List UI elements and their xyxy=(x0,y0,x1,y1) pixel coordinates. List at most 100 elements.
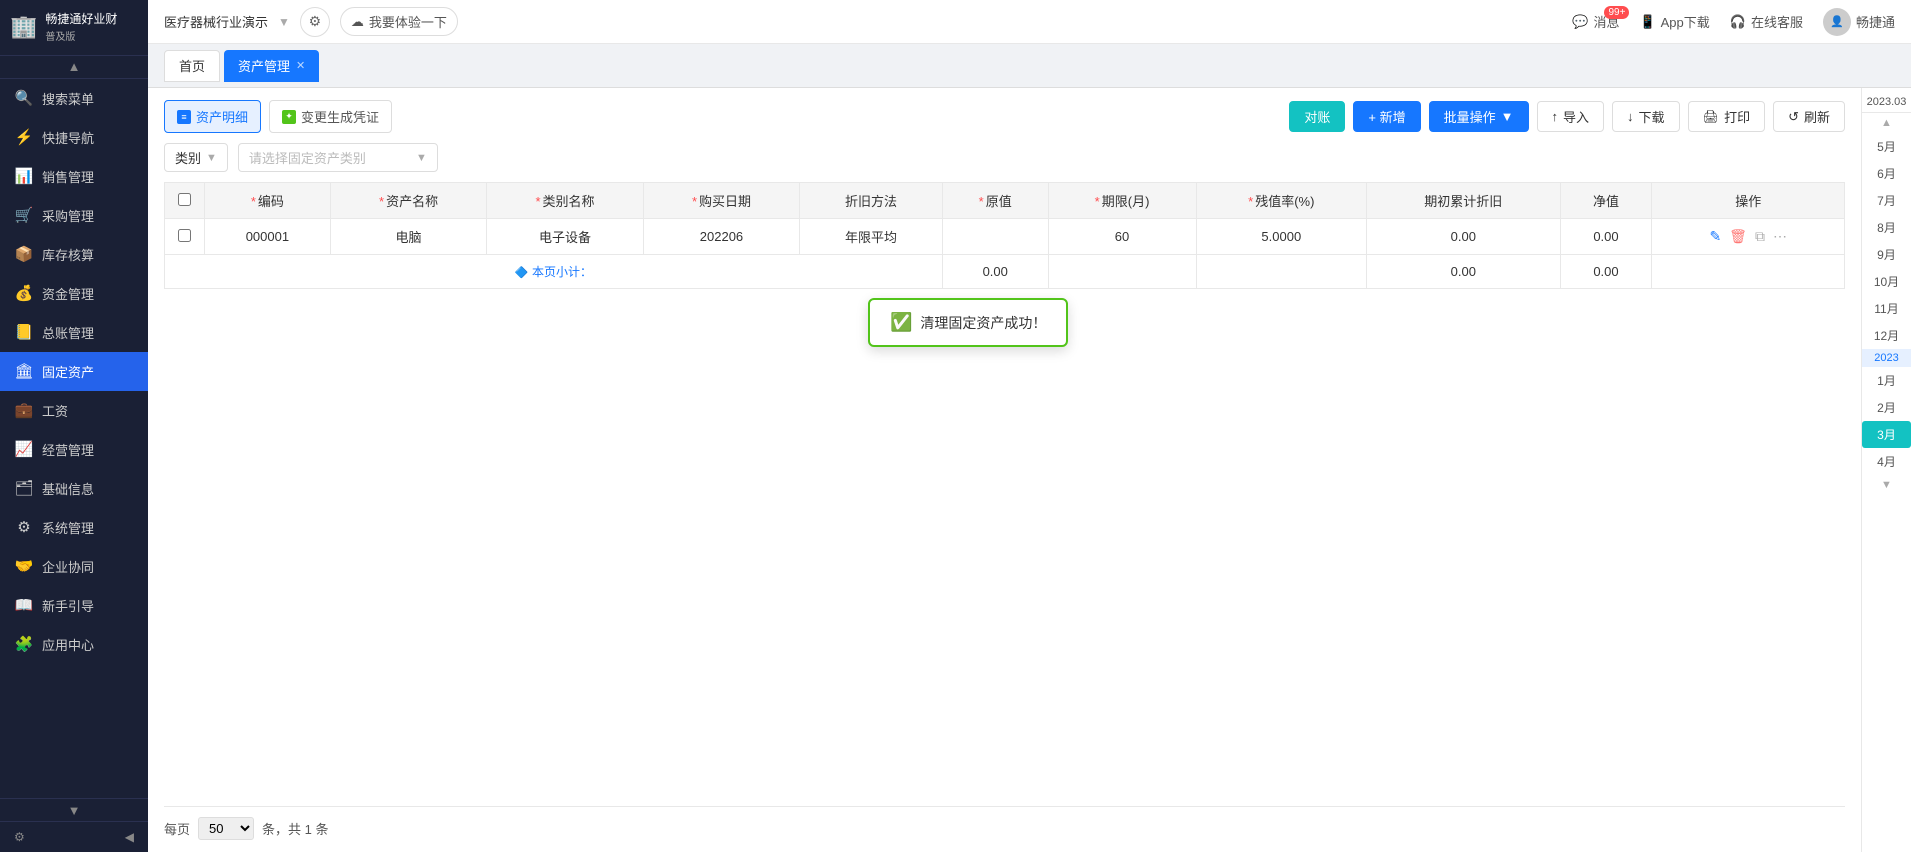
cal-month-10[interactable]: 10月 xyxy=(1862,268,1911,295)
cal-month-7[interactable]: 7月 xyxy=(1862,187,1911,214)
fixed-icon: 🏛 xyxy=(14,362,34,380)
download-icon: 📱 xyxy=(1639,14,1655,30)
sidebar-label-inventory: 库存核算 xyxy=(42,245,94,264)
edit-icon[interactable]: ✎ xyxy=(1709,228,1721,245)
cloud-icon: ☁ xyxy=(351,14,364,30)
cal-month-9[interactable]: 9月 xyxy=(1862,241,1911,268)
row-code: 000001 xyxy=(205,219,331,255)
sidebar-item-finance[interactable]: 💰 资金管理 xyxy=(0,274,148,313)
download-btn[interactable]: ↓ 下载 xyxy=(1612,101,1680,132)
cal-month-12[interactable]: 12月 xyxy=(1862,322,1911,349)
sidebar-label-sales: 销售管理 xyxy=(42,167,94,186)
settings-icon[interactable]: ⚙ xyxy=(14,830,25,844)
dropdown-icon[interactable]: ▼ xyxy=(278,15,290,29)
sidebar-item-corp[interactable]: 🤝 企业协同 xyxy=(0,547,148,586)
th-original-label: 原值 xyxy=(986,194,1012,209)
sidebar-label-corp: 企业协同 xyxy=(42,557,94,576)
sidebar-logo: 🏢 畅捷通好业财 普及版 xyxy=(0,0,148,56)
sidebar-item-search[interactable]: 🔍 搜索菜单 xyxy=(0,79,148,118)
th-checkbox xyxy=(165,183,205,219)
messages-btn[interactable]: 💬 消息 99+ xyxy=(1572,12,1619,31)
cal-scroll-down[interactable]: ▼ xyxy=(1862,475,1911,495)
sidebar-item-basic[interactable]: 🗂 基础信息 xyxy=(0,469,148,508)
sidebar-scroll-down[interactable]: ▼ xyxy=(67,803,81,817)
sidebar-item-ledger[interactable]: 📒 总账管理 xyxy=(0,313,148,352)
subtab-voucher-gen[interactable]: ✦ 变更生成凭证 xyxy=(269,100,392,133)
th-original-value: *原值 xyxy=(942,183,1048,219)
sidebar-item-inventory[interactable]: 📦 库存核算 xyxy=(0,235,148,274)
batch-btn[interactable]: 批量操作 ▼ xyxy=(1429,101,1529,132)
subtab-asset-detail[interactable]: ≡ 资产明细 xyxy=(164,100,261,133)
select-all-checkbox[interactable] xyxy=(178,193,191,206)
subtab-voucher-label: 变更生成凭证 xyxy=(301,107,379,126)
message-icon: 💬 xyxy=(1572,14,1588,30)
print-label: 打印 xyxy=(1724,107,1750,126)
logo-sub: 普及版 xyxy=(45,28,117,43)
print-btn[interactable]: 🖨 打印 xyxy=(1688,101,1766,132)
tab-asset-mgmt[interactable]: 资产管理 ✕ xyxy=(224,50,319,82)
copy-icon[interactable]: ⧉ xyxy=(1755,228,1765,245)
service-btn[interactable]: 🎧 在线客服 xyxy=(1730,12,1803,31)
sidebar-scroll-area: 🔍 搜索菜单 ⚡ 快捷导航 📊 销售管理 🛒 采购管理 📦 库存核算 💰 资金管… xyxy=(0,79,148,798)
sidebar-item-ops[interactable]: 📈 经营管理 xyxy=(0,430,148,469)
sidebar-item-appstore[interactable]: 🧩 应用中心 xyxy=(0,625,148,664)
toast-notification: ✅ 清理固定资产成功！ xyxy=(868,298,1068,347)
th-purchase-date: *购买日期 xyxy=(643,183,799,219)
sidebar-item-salary[interactable]: 💼 工资 xyxy=(0,391,148,430)
category-select[interactable]: 请选择固定资产类别 ▼ xyxy=(238,143,438,172)
sidebar-item-purchase[interactable]: 🛒 采购管理 xyxy=(0,196,148,235)
sidebar-label-newbie: 新手引导 xyxy=(42,596,94,615)
refresh-btn[interactable]: ↺ 刷新 xyxy=(1773,101,1845,132)
quicknav-icon: ⚡ xyxy=(14,128,34,146)
cal-month-3-active[interactable]: 3月 xyxy=(1862,421,1911,448)
more-icon[interactable]: ⋯ xyxy=(1773,228,1787,245)
delete-icon[interactable]: 🗑 xyxy=(1729,228,1747,245)
cal-month-1[interactable]: 1月 xyxy=(1862,367,1911,394)
sidebar-scroll-up[interactable]: ▲ xyxy=(67,60,81,74)
per-page-select[interactable]: 20 50 100 xyxy=(198,817,254,840)
sidebar-label-search: 搜索菜单 xyxy=(42,89,94,108)
tab-close-icon[interactable]: ✕ xyxy=(296,59,305,72)
download-label: 下载 xyxy=(1639,107,1665,126)
th-residual-label: 残值率(%) xyxy=(1255,194,1314,209)
subtotal-net: 0.00 xyxy=(1560,255,1652,289)
experience-btn[interactable]: ☁ 我要体验一下 xyxy=(340,7,458,36)
new-btn[interactable]: + 新增 xyxy=(1353,101,1420,132)
th-name: *资产名称 xyxy=(330,183,486,219)
sidebar-item-newbie[interactable]: 📖 新手引导 xyxy=(0,586,148,625)
subtotal-original: 0.00 xyxy=(942,255,1048,289)
appstore-icon: 🧩 xyxy=(14,635,34,653)
page-main: ≡ 资产明细 ✦ 变更生成凭证 对账 + 新增 批量操作 ▼ xyxy=(148,88,1861,852)
cal-month-11[interactable]: 11月 xyxy=(1862,295,1911,322)
cal-month-8[interactable]: 8月 xyxy=(1862,214,1911,241)
cal-month-5[interactable]: 5月 xyxy=(1862,133,1911,160)
sidebar-item-quicknav[interactable]: ⚡ 快捷导航 xyxy=(0,118,148,157)
sidebar-label-ledger: 总账管理 xyxy=(42,323,94,342)
import-btn[interactable]: ↑ 导入 xyxy=(1537,101,1605,132)
subtotal-empty1 xyxy=(1048,255,1196,289)
sidebar-item-fixed[interactable]: 🏛 固定资产 xyxy=(0,352,148,391)
cal-scroll-up[interactable]: ▲ xyxy=(1862,113,1911,133)
download-label: App下载 xyxy=(1661,12,1710,31)
subtotal-row: 🔷 本页小计： 0.00 0.00 0.00 xyxy=(165,255,1845,289)
collapse-icon[interactable]: ◀ xyxy=(125,830,134,844)
cal-month-2[interactable]: 2月 xyxy=(1862,394,1911,421)
tab-home[interactable]: 首页 xyxy=(164,50,220,82)
sidebar-item-system[interactable]: ⚙ 系统管理 xyxy=(0,508,148,547)
cal-month-4[interactable]: 4月 xyxy=(1862,448,1911,475)
settings-btn[interactable]: ⚙ xyxy=(300,7,330,37)
row-original-value xyxy=(942,219,1048,255)
subtotal-empty2 xyxy=(1196,255,1367,289)
category-filter[interactable]: 类别 ▼ xyxy=(164,143,228,172)
cal-month-6[interactable]: 6月 xyxy=(1862,160,1911,187)
inventory-icon: 📦 xyxy=(14,245,34,263)
sidebar-item-sales[interactable]: 📊 销售管理 xyxy=(0,157,148,196)
row-name: 电脑 xyxy=(330,219,486,255)
download-icon: ↓ xyxy=(1627,109,1634,124)
pagination: 每页 20 50 100 条，共 1 条 xyxy=(164,806,1845,840)
row-select-checkbox[interactable] xyxy=(178,229,191,242)
system-icon: ⚙ xyxy=(14,518,34,536)
user-area[interactable]: 👤 畅捷通 xyxy=(1823,8,1895,36)
download-btn[interactable]: 📱 App下载 xyxy=(1639,12,1709,31)
account-btn[interactable]: 对账 xyxy=(1289,101,1345,132)
